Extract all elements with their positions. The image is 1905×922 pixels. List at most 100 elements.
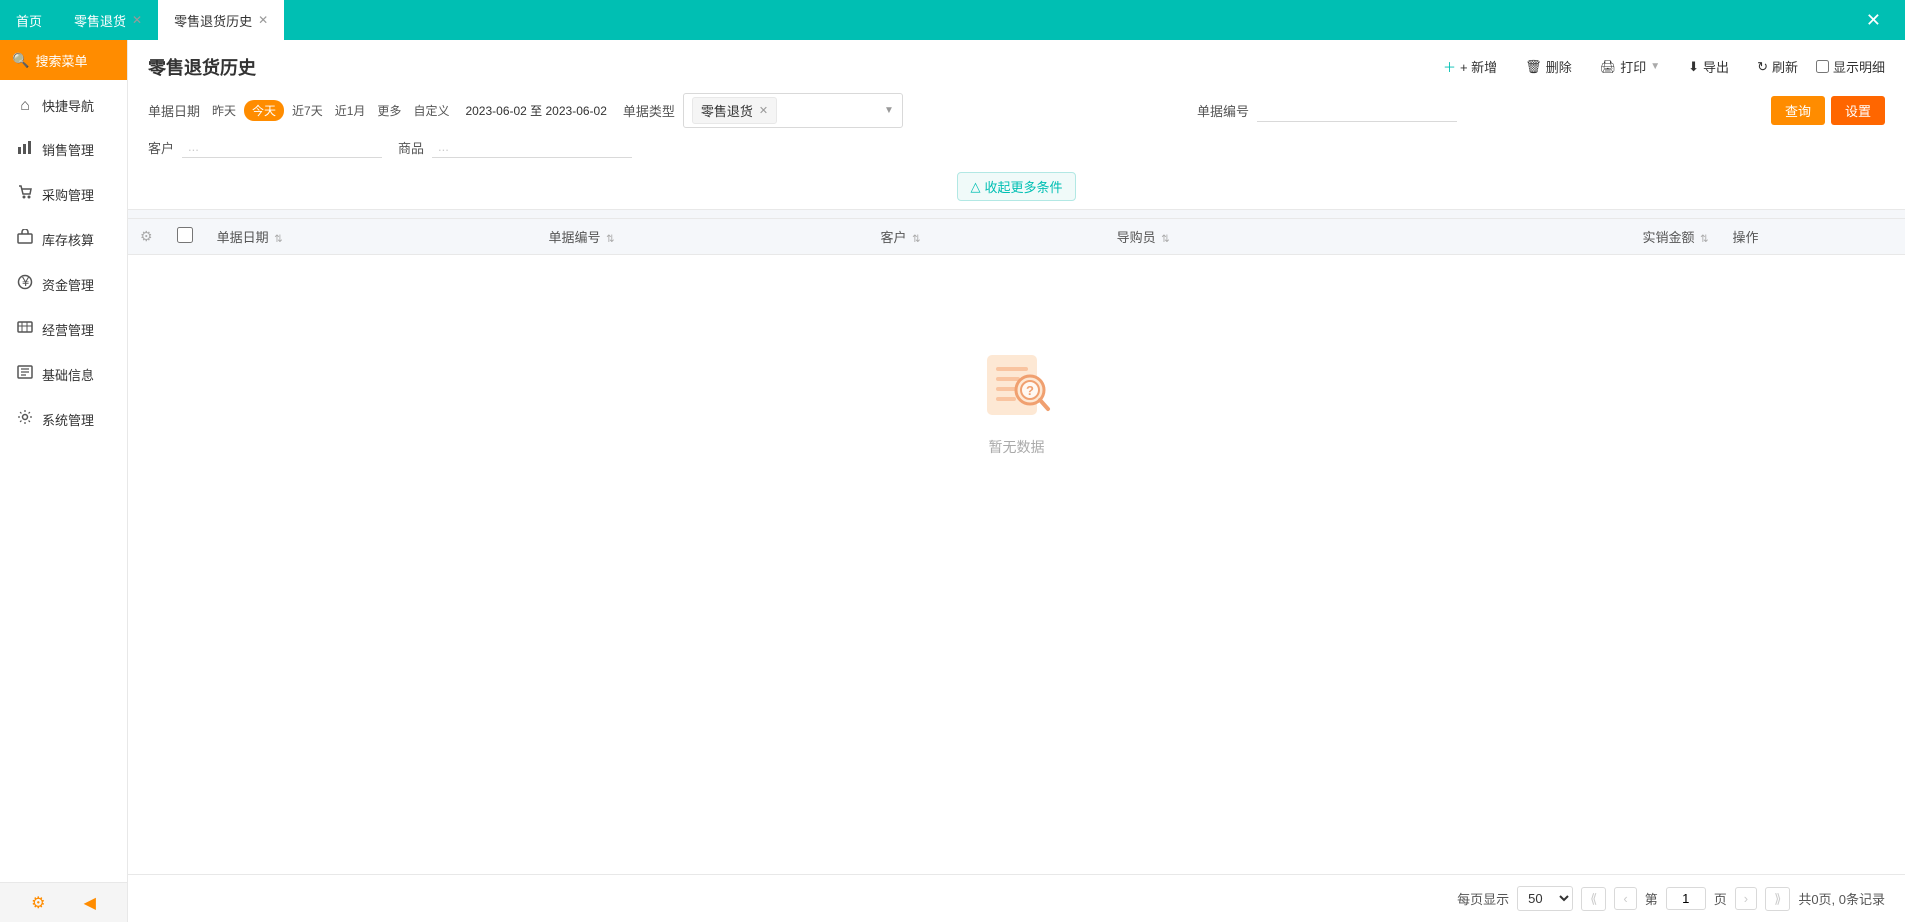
- purchase-icon: [16, 184, 34, 205]
- collapse-sidebar-icon[interactable]: ◀: [84, 893, 96, 913]
- sidebar-search[interactable]: 🔍 搜索菜单: [0, 40, 127, 80]
- next-page-button[interactable]: ›: [1735, 887, 1757, 910]
- per-page-select[interactable]: 50 10 20 100: [1517, 886, 1573, 911]
- collapse-row: △ 收起更多条件: [148, 166, 1885, 201]
- tab-list: 首页 零售退货 ✕ 零售退货历史 ✕: [0, 0, 1850, 40]
- collapse-icon: △: [970, 179, 980, 195]
- sidebar-item-inventory[interactable]: 库存核算: [0, 217, 127, 262]
- shortcut-yesterday[interactable]: 昨天: [208, 100, 240, 121]
- settings-icon[interactable]: ⚙: [31, 893, 45, 913]
- svg-text:?: ?: [1026, 383, 1034, 398]
- print-button[interactable]: 🖨 打印 ▼: [1590, 52, 1670, 81]
- new-icon: ＋: [1443, 57, 1456, 76]
- customer-sort-icon[interactable]: ⇅: [912, 234, 920, 245]
- empty-illustration: ?: [972, 335, 1062, 425]
- guide-sort-icon[interactable]: ⇅: [1161, 234, 1169, 245]
- refresh-icon: ↻: [1757, 59, 1768, 75]
- data-table: ⚙ 单据日期 ⇅ 单据编号 ⇅: [128, 218, 1905, 537]
- number-filter-input[interactable]: [1257, 100, 1457, 122]
- number-sort-icon[interactable]: ⇅: [606, 234, 614, 245]
- shortcut-1month[interactable]: 近1月: [331, 100, 370, 121]
- tab-home[interactable]: 首页: [0, 0, 58, 40]
- print-arrow-icon: ▼: [1650, 61, 1660, 72]
- page-input[interactable]: 1: [1666, 887, 1706, 910]
- customer-filter-label: 客户: [148, 138, 174, 157]
- number-filter-label: 单据编号: [1197, 101, 1249, 120]
- system-icon: [16, 409, 34, 430]
- settings-button[interactable]: 设置: [1831, 96, 1885, 125]
- tab-home-label: 首页: [16, 11, 42, 30]
- table-header-date-label: 单据日期: [217, 230, 269, 245]
- export-label: 导出: [1703, 57, 1729, 76]
- query-button[interactable]: 查询: [1771, 96, 1825, 125]
- sales-icon: [16, 139, 34, 160]
- type-select-inner: 零售退货 ✕: [692, 97, 880, 124]
- date-range-display: 2023-06-02 至 2023-06-02: [465, 102, 606, 119]
- filter-type-item: 单据类型 零售退货 ✕ ▼: [623, 93, 1181, 128]
- filter-date-item: 单据日期 昨天 今天 近7天 近1月 更多 自定义 2023-06-02 至 2…: [148, 100, 607, 121]
- date-filter-label: 单据日期: [148, 101, 200, 120]
- shortcut-today[interactable]: 今天: [244, 100, 284, 121]
- refresh-label: 刷新: [1772, 57, 1798, 76]
- table-header-guide: 导购员 ⇅: [1105, 219, 1389, 255]
- filter-row-2: 客户 商品: [148, 136, 1885, 158]
- show-detail-wrap: 显示明细: [1816, 57, 1885, 76]
- table-header-row: ⚙ 单据日期 ⇅ 单据编号 ⇅: [128, 219, 1905, 255]
- table-header-guide-label: 导购员: [1117, 230, 1156, 245]
- sidebar-item-system[interactable]: 系统管理: [0, 397, 127, 442]
- export-icon: ⬇: [1688, 59, 1699, 75]
- date-shortcuts: 昨天 今天 近7天 近1月 更多 自定义: [208, 100, 453, 121]
- sidebar-item-finance[interactable]: ¥ 资金管理: [0, 262, 127, 307]
- table-header-checkbox: [165, 219, 205, 255]
- sidebar-item-operation[interactable]: 经营管理: [0, 307, 127, 352]
- sidebar-item-quick-nav[interactable]: ⌂ 快捷导航: [0, 84, 127, 127]
- inventory-icon: [16, 229, 34, 250]
- collapse-button[interactable]: △ 收起更多条件: [957, 172, 1075, 201]
- sidebar-item-label-quick-nav: 快捷导航: [42, 96, 94, 115]
- amount-sort-icon[interactable]: ⇅: [1700, 234, 1708, 245]
- type-select[interactable]: 零售退货 ✕ ▼: [683, 93, 903, 128]
- shortcut-more[interactable]: 更多: [373, 100, 405, 121]
- main-layout: 🔍 搜索菜单 ⌂ 快捷导航 销售管理: [0, 40, 1905, 922]
- total-info: 共0页, 0条记录: [1798, 889, 1885, 908]
- basic-info-icon: [16, 364, 34, 385]
- sidebar-item-sales[interactable]: 销售管理: [0, 127, 127, 172]
- table-header-customer-label: 客户: [880, 230, 906, 245]
- first-page-button[interactable]: ⟪: [1581, 887, 1606, 911]
- goods-filter-input[interactable]: [432, 136, 632, 158]
- sidebar-item-purchase[interactable]: 采购管理: [0, 172, 127, 217]
- type-tag-close[interactable]: ✕: [759, 104, 768, 117]
- content-area: 零售退货历史 ＋ + 新增 🗑 删除 🖨 打印 ▼: [128, 40, 1905, 922]
- show-detail-checkbox[interactable]: [1816, 60, 1829, 73]
- tab-retail-return-history-label: 零售退货历史: [174, 11, 252, 30]
- table-header-amount-label: 实销金额: [1643, 230, 1695, 245]
- export-button[interactable]: ⬇ 导出: [1678, 52, 1739, 81]
- sidebar-footer: ⚙ ◀: [0, 882, 127, 922]
- new-button[interactable]: ＋ + 新增: [1433, 52, 1507, 81]
- filter-goods-item: 商品: [398, 136, 632, 158]
- prev-page-button[interactable]: ‹: [1614, 887, 1636, 910]
- sidebar-item-label-basic-info: 基础信息: [42, 365, 94, 384]
- sidebar-item-label-system: 系统管理: [42, 410, 94, 429]
- window-close-icon[interactable]: ✕: [1850, 10, 1897, 31]
- table-header-action-label: 操作: [1733, 230, 1759, 245]
- sidebar-item-basic-info[interactable]: 基础信息: [0, 352, 127, 397]
- shortcut-7days[interactable]: 近7天: [288, 100, 327, 121]
- filter-number-item: 单据编号: [1197, 100, 1755, 122]
- table-header-date: 单据日期 ⇅: [205, 219, 537, 255]
- shortcut-custom[interactable]: 自定义: [409, 100, 453, 121]
- tab-retail-return-close[interactable]: ✕: [132, 13, 142, 27]
- page-label: 第: [1645, 889, 1658, 908]
- tab-retail-return-history-close[interactable]: ✕: [258, 13, 268, 27]
- tab-retail-return-history[interactable]: 零售退货历史 ✕: [158, 0, 284, 40]
- svg-text:¥: ¥: [21, 274, 30, 289]
- tab-retail-return[interactable]: 零售退货 ✕: [58, 0, 158, 40]
- table-settings-icon[interactable]: ⚙: [140, 228, 153, 244]
- select-all-checkbox[interactable]: [177, 227, 193, 243]
- date-sort-icon[interactable]: ⇅: [274, 234, 282, 245]
- last-page-button[interactable]: ⟫: [1765, 887, 1790, 911]
- delete-button[interactable]: 🗑 删除: [1515, 52, 1582, 81]
- refresh-button[interactable]: ↻ 刷新: [1747, 52, 1808, 81]
- sidebar: 🔍 搜索菜单 ⌂ 快捷导航 销售管理: [0, 40, 128, 922]
- customer-filter-input[interactable]: [182, 136, 382, 158]
